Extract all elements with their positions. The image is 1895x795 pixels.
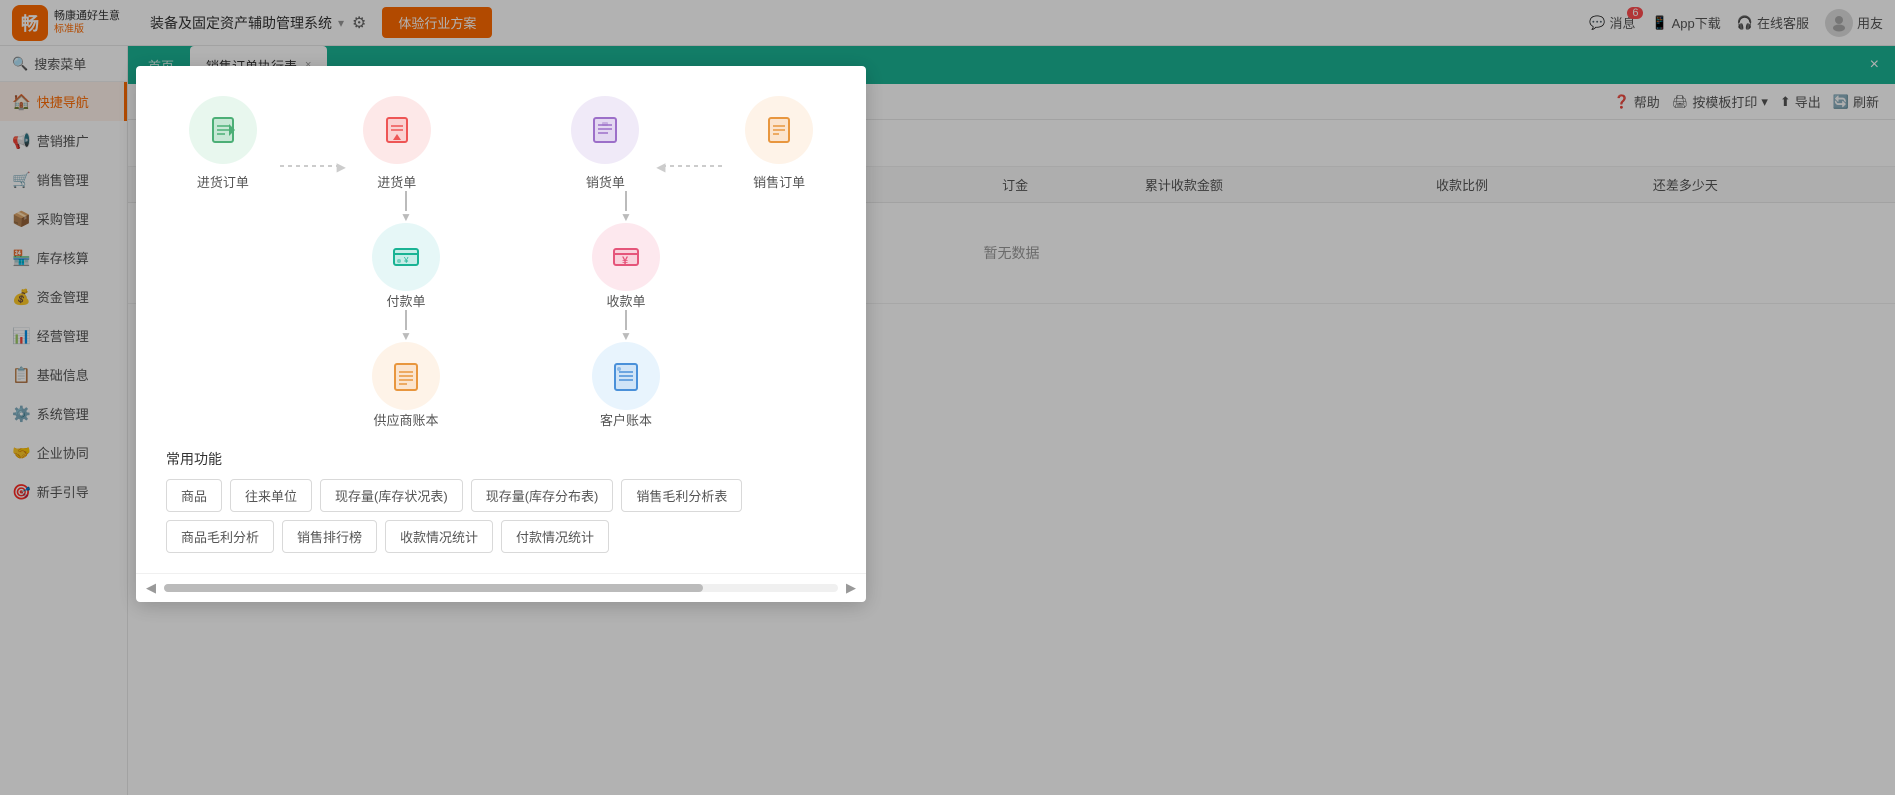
popup-content: 进货订单 ▶ 进货单: [136, 66, 866, 573]
func-buttons: 商品往来单位现存量(库存状况表)现存量(库存分布表)销售毛利分析表商品毛利分析销…: [166, 479, 836, 553]
flow-item-customer-account[interactable]: 客户账本: [566, 342, 686, 429]
customer-account-circle: [592, 342, 660, 410]
func-btn-6[interactable]: 销售排行榜: [282, 520, 377, 553]
sales-order-circle: [745, 96, 813, 164]
common-func-title: 常用功能: [166, 449, 836, 469]
flow-item-payment[interactable]: ¥ 付款单: [346, 223, 466, 310]
purchase-order-label: 进货订单: [197, 172, 249, 191]
receipt-circle: ¥: [592, 223, 660, 291]
flow-item-purchase-order[interactable]: 进货订单: [166, 96, 280, 191]
flow-item-purchase-bill[interactable]: 进货单: [340, 96, 454, 191]
payment-label: 付款单: [386, 291, 425, 310]
func-btn-4[interactable]: 销售毛利分析表: [621, 479, 742, 512]
common-func-section: 常用功能 商品往来单位现存量(库存状况表)现存量(库存分布表)销售毛利分析表商品…: [166, 449, 836, 553]
purchase-bill-circle: [363, 96, 431, 164]
func-btn-8[interactable]: 付款情况统计: [501, 520, 609, 553]
scroll-hint: ◀ ▶: [136, 573, 866, 602]
purchase-order-circle: [189, 96, 257, 164]
flow-item-supplier-account[interactable]: 供应商账本: [346, 342, 466, 429]
customer-account-label: 客户账本: [600, 410, 652, 429]
sales-order-label: 销售订单: [753, 172, 805, 191]
supplier-account-label: 供应商账本: [373, 410, 438, 429]
receipt-label: 收款单: [606, 291, 645, 310]
flow-item-sales-order[interactable]: 销售订单: [722, 96, 836, 191]
svg-text:¥: ¥: [622, 255, 629, 267]
scroll-track[interactable]: [164, 584, 838, 592]
func-btn-3[interactable]: 现存量(库存分布表): [471, 479, 614, 512]
payment-circle: ¥: [372, 223, 440, 291]
func-btn-5[interactable]: 商品毛利分析: [166, 520, 274, 553]
purchase-bill-label: 进货单: [377, 172, 416, 191]
popup-overlay[interactable]: 进货订单 ▶ 进货单: [0, 0, 1895, 795]
flow-item-sales-bill[interactable]: 销货单: [548, 96, 662, 191]
func-btn-7[interactable]: 收款情况统计: [385, 520, 493, 553]
flow-item-receipt[interactable]: ¥ 收款单: [566, 223, 686, 310]
sales-bill-label: 销货单: [586, 172, 625, 191]
func-btn-0[interactable]: 商品: [166, 479, 222, 512]
scroll-left-arrow[interactable]: ◀: [146, 580, 156, 596]
sales-bill-circle: [571, 96, 639, 164]
scroll-right-arrow[interactable]: ▶: [846, 580, 856, 596]
supplier-account-circle: [372, 342, 440, 410]
svg-text:¥: ¥: [403, 256, 409, 265]
scroll-thumb: [164, 584, 703, 592]
func-btn-2[interactable]: 现存量(库存状况表): [320, 479, 463, 512]
popup: 进货订单 ▶ 进货单: [136, 66, 866, 602]
func-btn-1[interactable]: 往来单位: [230, 479, 312, 512]
